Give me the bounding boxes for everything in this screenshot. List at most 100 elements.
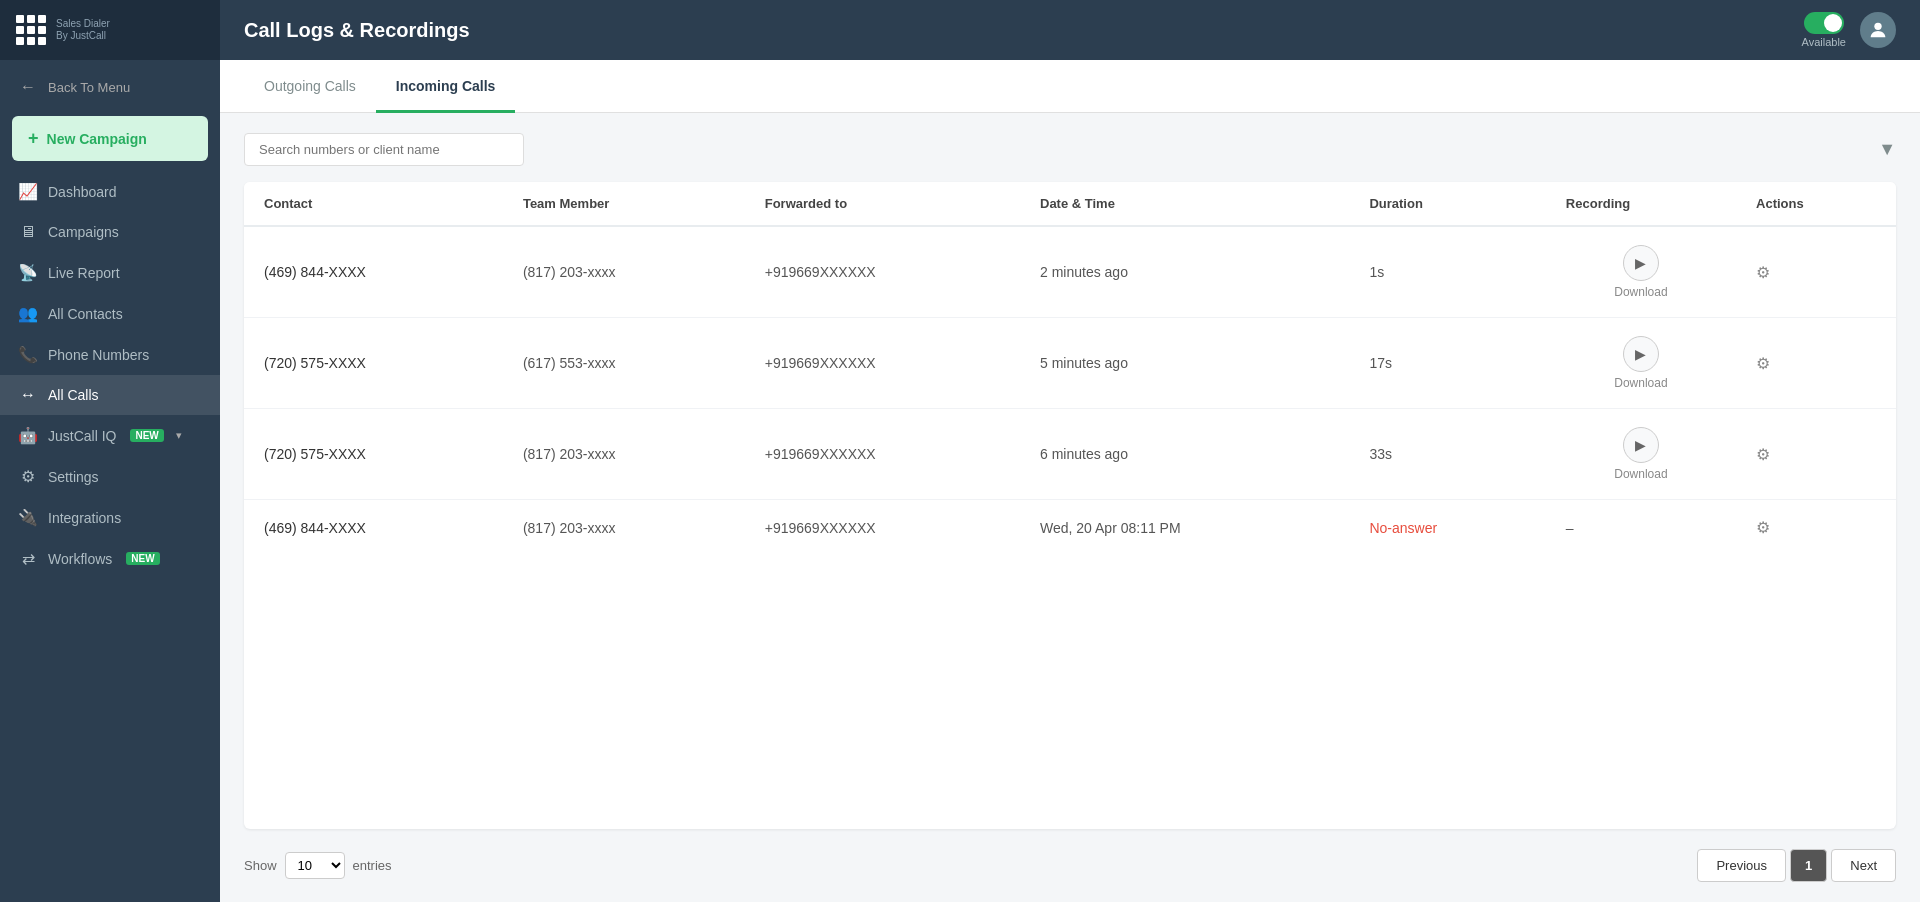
tab-incoming-calls[interactable]: Incoming Calls [376,60,516,113]
download-label: Download [1614,467,1667,481]
team-member: (617) 553-xxxx [503,318,745,409]
sidebar: Sales Dialer By JustCall ← Back To Menu … [0,0,220,902]
table-row: (469) 844-XXXX (817) 203-xxxx +919669XXX… [244,500,1896,556]
show-entries: Show 10 25 50 100 entries [244,852,392,879]
date-time: Wed, 20 Apr 08:11 PM [1020,500,1349,556]
col-actions: Actions [1736,182,1896,226]
tab-outgoing-calls[interactable]: Outgoing Calls [244,60,376,113]
actions-gear-icon[interactable]: ⚙ [1756,519,1770,536]
download-button[interactable]: ▶ Download [1566,336,1716,390]
current-page: 1 [1790,849,1827,882]
availability-label: Available [1802,36,1846,48]
download-label: Download [1614,285,1667,299]
col-team-member: Team Member [503,182,745,226]
table-area: ▼ Contact Team Member Forwarded to Date … [220,113,1920,902]
sidebar-back-to-menu[interactable]: ← Back To Menu [0,68,220,106]
user-avatar[interactable] [1860,12,1896,48]
forwarded-to: +919669XXXXXX [745,226,1020,318]
topbar-right: Available [1802,12,1896,48]
forwarded-to: +919669XXXXXX [745,318,1020,409]
col-forwarded-to: Forwarded to [745,182,1020,226]
availability-toggle[interactable]: Available [1802,12,1846,48]
previous-button[interactable]: Previous [1697,849,1786,882]
tabs-bar: Outgoing Calls Incoming Calls [220,60,1920,113]
content-area: Outgoing Calls Incoming Calls ▼ Contact … [220,60,1920,902]
campaigns-icon: 🖥 [18,223,38,241]
sidebar-item-workflows[interactable]: ⇄ Workflows NEW [0,538,220,579]
contact-number: (469) 844-XXXX [264,264,366,280]
show-label: Show [244,858,277,873]
toggle-knob [1824,14,1842,32]
sidebar-item-campaigns[interactable]: 🖥 Campaigns [0,212,220,252]
table-row: (720) 575-XXXX (617) 553-xxxx +919669XXX… [244,318,1896,409]
sidebar-item-phone-numbers[interactable]: 📞 Phone Numbers [0,334,220,375]
play-icon[interactable]: ▶ [1623,245,1659,281]
sidebar-item-all-contacts[interactable]: 👥 All Contacts [0,293,220,334]
all-calls-icon: ↔ [18,386,38,404]
dashboard-icon: 📈 [18,182,38,201]
duration-no-answer: No-answer [1369,520,1437,536]
col-recording: Recording [1546,182,1736,226]
date-time: 2 minutes ago [1020,226,1349,318]
sidebar-item-justcall-iq[interactable]: 🤖 JustCall IQ NEW ▾ [0,415,220,456]
workflows-icon: ⇄ [18,549,38,568]
sidebar-item-integrations[interactable]: 🔌 Integrations [0,497,220,538]
entries-select[interactable]: 10 25 50 100 [285,852,345,879]
contact-number: (720) 575-XXXX [264,446,366,462]
team-member: (817) 203-xxxx [503,500,745,556]
sidebar-item-live-report[interactable]: 📡 Live Report [0,252,220,293]
sidebar-item-dashboard[interactable]: 📈 Dashboard [0,171,220,212]
plus-icon: + [28,128,39,149]
sidebar-item-settings[interactable]: ⚙ Settings [0,456,220,497]
all-contacts-icon: 👥 [18,304,38,323]
col-duration: Duration [1349,182,1545,226]
toggle-switch[interactable] [1804,12,1844,34]
user-icon [1867,19,1889,41]
table-row: (469) 844-XXXX (817) 203-xxxx +919669XXX… [244,226,1896,318]
back-icon: ← [18,78,38,96]
download-button[interactable]: ▶ Download [1566,245,1716,299]
duration: 1s [1349,226,1545,318]
download-label: Download [1614,376,1667,390]
pagination-row: Show 10 25 50 100 entries Previous 1 Nex… [244,845,1896,886]
new-campaign-button[interactable]: + New Campaign [12,116,208,161]
col-date-time: Date & Time [1020,182,1349,226]
col-contact: Contact [244,182,503,226]
duration: 33s [1349,409,1545,500]
logo-grid [16,15,46,45]
actions-gear-icon[interactable]: ⚙ [1756,446,1770,463]
chevron-down-icon: ▾ [176,429,182,442]
forwarded-to: +919669XXXXXX [745,500,1020,556]
play-icon[interactable]: ▶ [1623,336,1659,372]
sidebar-nav: ← Back To Menu + New Campaign 📈 Dashboar… [0,60,220,902]
download-button[interactable]: ▶ Download [1566,427,1716,481]
page-title: Call Logs & Recordings [244,19,470,42]
play-icon[interactable]: ▶ [1623,427,1659,463]
entries-label: entries [353,858,392,873]
next-button[interactable]: Next [1831,849,1896,882]
actions-gear-icon[interactable]: ⚙ [1756,355,1770,372]
search-row: ▼ [244,133,1896,166]
duration: 17s [1349,318,1545,409]
recording-placeholder: – [1546,500,1736,556]
sidebar-header: Sales Dialer By JustCall [0,0,220,60]
new-badge-iq: NEW [130,429,163,442]
pagination-buttons: Previous 1 Next [1697,849,1896,882]
date-time: 6 minutes ago [1020,409,1349,500]
filter-icon[interactable]: ▼ [1878,139,1896,160]
topbar: Call Logs & Recordings Available [220,0,1920,60]
team-member: (817) 203-xxxx [503,226,745,318]
settings-icon: ⚙ [18,467,38,486]
integrations-icon: 🔌 [18,508,38,527]
main-panel: Call Logs & Recordings Available Outgoin… [220,0,1920,902]
team-member: (817) 203-xxxx [503,409,745,500]
date-time: 5 minutes ago [1020,318,1349,409]
phone-numbers-icon: 📞 [18,345,38,364]
live-report-icon: 📡 [18,263,38,282]
forwarded-to: +919669XXXXXX [745,409,1020,500]
actions-gear-icon[interactable]: ⚙ [1756,264,1770,281]
search-input[interactable] [244,133,524,166]
svg-point-0 [1874,23,1881,30]
sidebar-item-all-calls[interactable]: ↔ All Calls [0,375,220,415]
table-row: (720) 575-XXXX (817) 203-xxxx +919669XXX… [244,409,1896,500]
